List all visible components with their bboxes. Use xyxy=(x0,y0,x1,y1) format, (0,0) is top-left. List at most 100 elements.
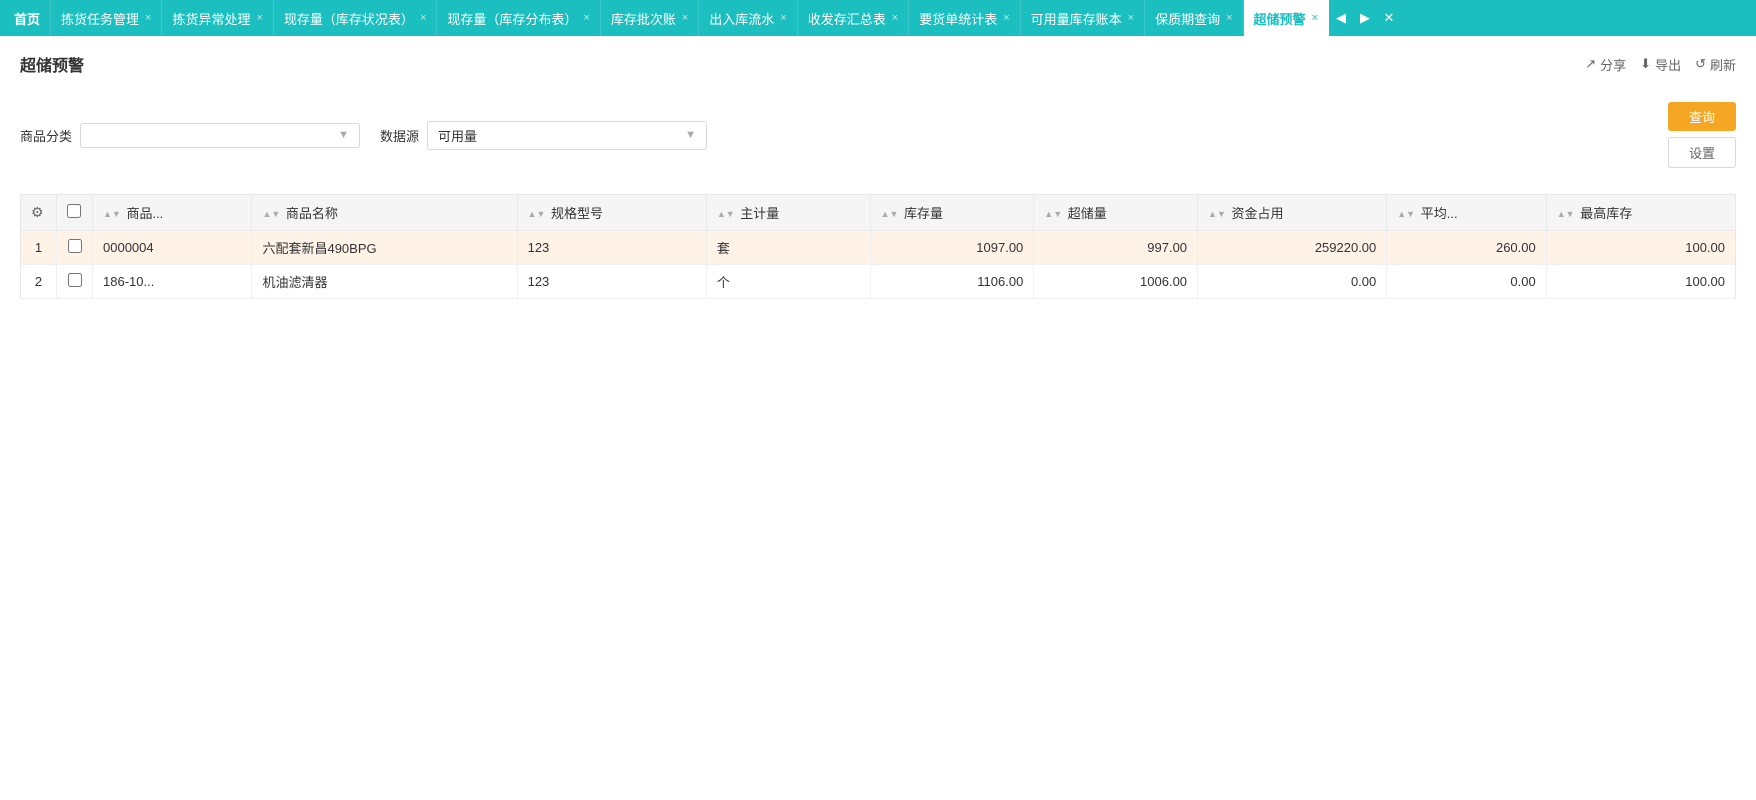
table-body: 1 0000004 六配套新昌490BPG 123 套 1097.00 997.… xyxy=(21,231,1736,299)
cell-capital-occupied: 0.00 xyxy=(1198,265,1387,299)
tab-recv-send[interactable]: 收发存汇总表 × xyxy=(798,0,909,36)
row-num: 1 xyxy=(21,231,57,265)
category-select[interactable]: ▼ xyxy=(80,123,360,148)
close-icon[interactable]: × xyxy=(420,12,426,24)
sort-icon: ▲▼ xyxy=(1044,210,1062,219)
sort-icon: ▲▼ xyxy=(881,210,899,219)
cell-unit: 个 xyxy=(706,265,870,299)
sort-icon: ▲▼ xyxy=(262,210,280,219)
close-icon[interactable]: × xyxy=(1003,12,1009,24)
settings-button[interactable]: 设置 xyxy=(1668,137,1736,168)
datasource-select-value: 可用量 xyxy=(438,126,477,145)
cell-overstock-qty: 1006.00 xyxy=(1034,265,1198,299)
nav-close-button[interactable]: ✕ xyxy=(1377,0,1401,36)
export-button[interactable]: ⬇ 导出 xyxy=(1640,55,1681,74)
tab-avail-stock[interactable]: 可用量库存账本 × xyxy=(1021,0,1145,36)
table-header-row: ⚙ ▲▼ 商品... ▲▼ 商品名称 ▲▼ 规格型号 ▲▼ xyxy=(21,195,1736,231)
page-title: 超储预警 xyxy=(20,52,84,76)
close-icon[interactable]: × xyxy=(1312,12,1318,24)
close-icon[interactable]: × xyxy=(256,12,262,24)
data-table: ⚙ ▲▼ 商品... ▲▼ 商品名称 ▲▼ 规格型号 ▲▼ xyxy=(20,194,1736,299)
gear-icon[interactable]: ⚙ xyxy=(31,204,44,220)
refresh-icon: ↺ xyxy=(1695,56,1706,72)
category-label: 商品分类 xyxy=(20,126,72,145)
row-num: 2 xyxy=(21,265,57,299)
datasource-label: 数据源 xyxy=(380,126,419,145)
page-content: 超储预警 ↗ 分享 ⬇ 导出 ↺ 刷新 商品分类 ▼ 数据源 xyxy=(0,36,1756,315)
select-all-checkbox[interactable] xyxy=(67,204,81,218)
sort-icon: ▲▼ xyxy=(717,210,735,219)
close-icon[interactable]: × xyxy=(1226,12,1232,24)
table-row: 1 0000004 六配套新昌490BPG 123 套 1097.00 997.… xyxy=(21,231,1736,265)
category-filter: 商品分类 ▼ xyxy=(20,123,360,148)
page-header: 超储预警 ↗ 分享 ⬇ 导出 ↺ 刷新 xyxy=(20,52,1736,76)
close-icon[interactable]: × xyxy=(583,12,589,24)
datasource-select[interactable]: 可用量 ▼ xyxy=(427,121,707,150)
th-overstock-qty[interactable]: ▲▼ 超储量 xyxy=(1034,195,1198,231)
tab-home[interactable]: 首页 xyxy=(4,0,51,36)
export-icon: ⬇ xyxy=(1640,56,1651,72)
cell-product-name: 机油滤清器 xyxy=(252,265,517,299)
tab-overstock[interactable]: 超储预警 × xyxy=(1244,0,1329,36)
category-select-value xyxy=(91,128,95,143)
row-select-checkbox[interactable] xyxy=(68,239,82,253)
cell-capital-occupied: 259220.00 xyxy=(1198,231,1387,265)
sort-icon: ▲▼ xyxy=(103,210,121,219)
tab-stock-status[interactable]: 现存量（库存状况表） × xyxy=(274,0,437,36)
th-stock-qty[interactable]: ▲▼ 库存量 xyxy=(870,195,1034,231)
query-button[interactable]: 查询 xyxy=(1668,102,1736,131)
action-buttons: 查询 设置 xyxy=(1668,102,1736,168)
tab-pick-task[interactable]: 拣货任务管理 × xyxy=(51,0,162,36)
cell-avg-price: 260.00 xyxy=(1387,231,1546,265)
cell-max-stock: 100.00 xyxy=(1546,265,1735,299)
chevron-down-icon: ▼ xyxy=(338,129,349,141)
cell-max-stock: 100.00 xyxy=(1546,231,1735,265)
cell-stock-qty: 1097.00 xyxy=(870,231,1034,265)
close-icon[interactable]: × xyxy=(892,12,898,24)
tab-stock-batch[interactable]: 库存批次账 × xyxy=(601,0,699,36)
cell-overstock-qty: 997.00 xyxy=(1034,231,1198,265)
close-icon[interactable]: × xyxy=(1128,12,1134,24)
cell-spec: 123 xyxy=(517,231,706,265)
th-capital-occupied[interactable]: ▲▼ 资金占用 xyxy=(1198,195,1387,231)
cell-unit: 套 xyxy=(706,231,870,265)
refresh-button[interactable]: ↺ 刷新 xyxy=(1695,55,1736,74)
close-icon[interactable]: × xyxy=(682,12,688,24)
tab-stock-dist[interactable]: 现存量（库存分布表） × xyxy=(437,0,600,36)
nav-prev-button[interactable]: ◀ xyxy=(1329,0,1353,36)
th-product-name[interactable]: ▲▼ 商品名称 xyxy=(252,195,517,231)
th-unit[interactable]: ▲▼ 主计量 xyxy=(706,195,870,231)
th-product-code[interactable]: ▲▼ 商品... xyxy=(93,195,252,231)
close-icon[interactable]: × xyxy=(145,12,151,24)
filter-bar: 商品分类 ▼ 数据源 可用量 ▼ 查询 设置 xyxy=(20,92,1736,178)
row-checkbox[interactable] xyxy=(57,231,93,265)
sort-icon: ▲▼ xyxy=(1557,210,1575,219)
row-select-checkbox[interactable] xyxy=(68,273,82,287)
share-button[interactable]: ↗ 分享 xyxy=(1585,55,1626,74)
cell-product-name: 六配套新昌490BPG xyxy=(252,231,517,265)
th-avg-price[interactable]: ▲▼ 平均... xyxy=(1387,195,1546,231)
chevron-down-icon: ▼ xyxy=(685,129,696,141)
header-actions: ↗ 分享 ⬇ 导出 ↺ 刷新 xyxy=(1585,55,1736,74)
cell-spec: 123 xyxy=(517,265,706,299)
th-gear[interactable]: ⚙ xyxy=(21,195,57,231)
tab-inout-flow[interactable]: 出入库流水 × xyxy=(699,0,797,36)
cell-product-code: 186-10... xyxy=(93,265,252,299)
row-checkbox[interactable] xyxy=(57,265,93,299)
cell-avg-price: 0.00 xyxy=(1387,265,1546,299)
th-checkbox[interactable] xyxy=(57,195,93,231)
topbar: 首页 拣货任务管理 × 拣货异常处理 × 现存量（库存状况表） × 现存量（库存… xyxy=(0,0,1756,36)
close-icon[interactable]: × xyxy=(780,12,786,24)
th-spec[interactable]: ▲▼ 规格型号 xyxy=(517,195,706,231)
share-icon: ↗ xyxy=(1585,56,1596,72)
cell-product-code: 0000004 xyxy=(93,231,252,265)
sort-icon: ▲▼ xyxy=(528,210,546,219)
sort-icon: ▲▼ xyxy=(1397,210,1415,219)
table-row: 2 186-10... 机油滤清器 123 个 1106.00 1006.00 … xyxy=(21,265,1736,299)
tab-pick-exception[interactable]: 拣货异常处理 × xyxy=(162,0,273,36)
tab-expiry[interactable]: 保质期查询 × xyxy=(1145,0,1243,36)
nav-next-button[interactable]: ▶ xyxy=(1353,0,1377,36)
datasource-filter: 数据源 可用量 ▼ xyxy=(380,121,707,150)
th-max-stock[interactable]: ▲▼ 最高库存 xyxy=(1546,195,1735,231)
tab-order-stat[interactable]: 要货单统计表 × xyxy=(909,0,1020,36)
